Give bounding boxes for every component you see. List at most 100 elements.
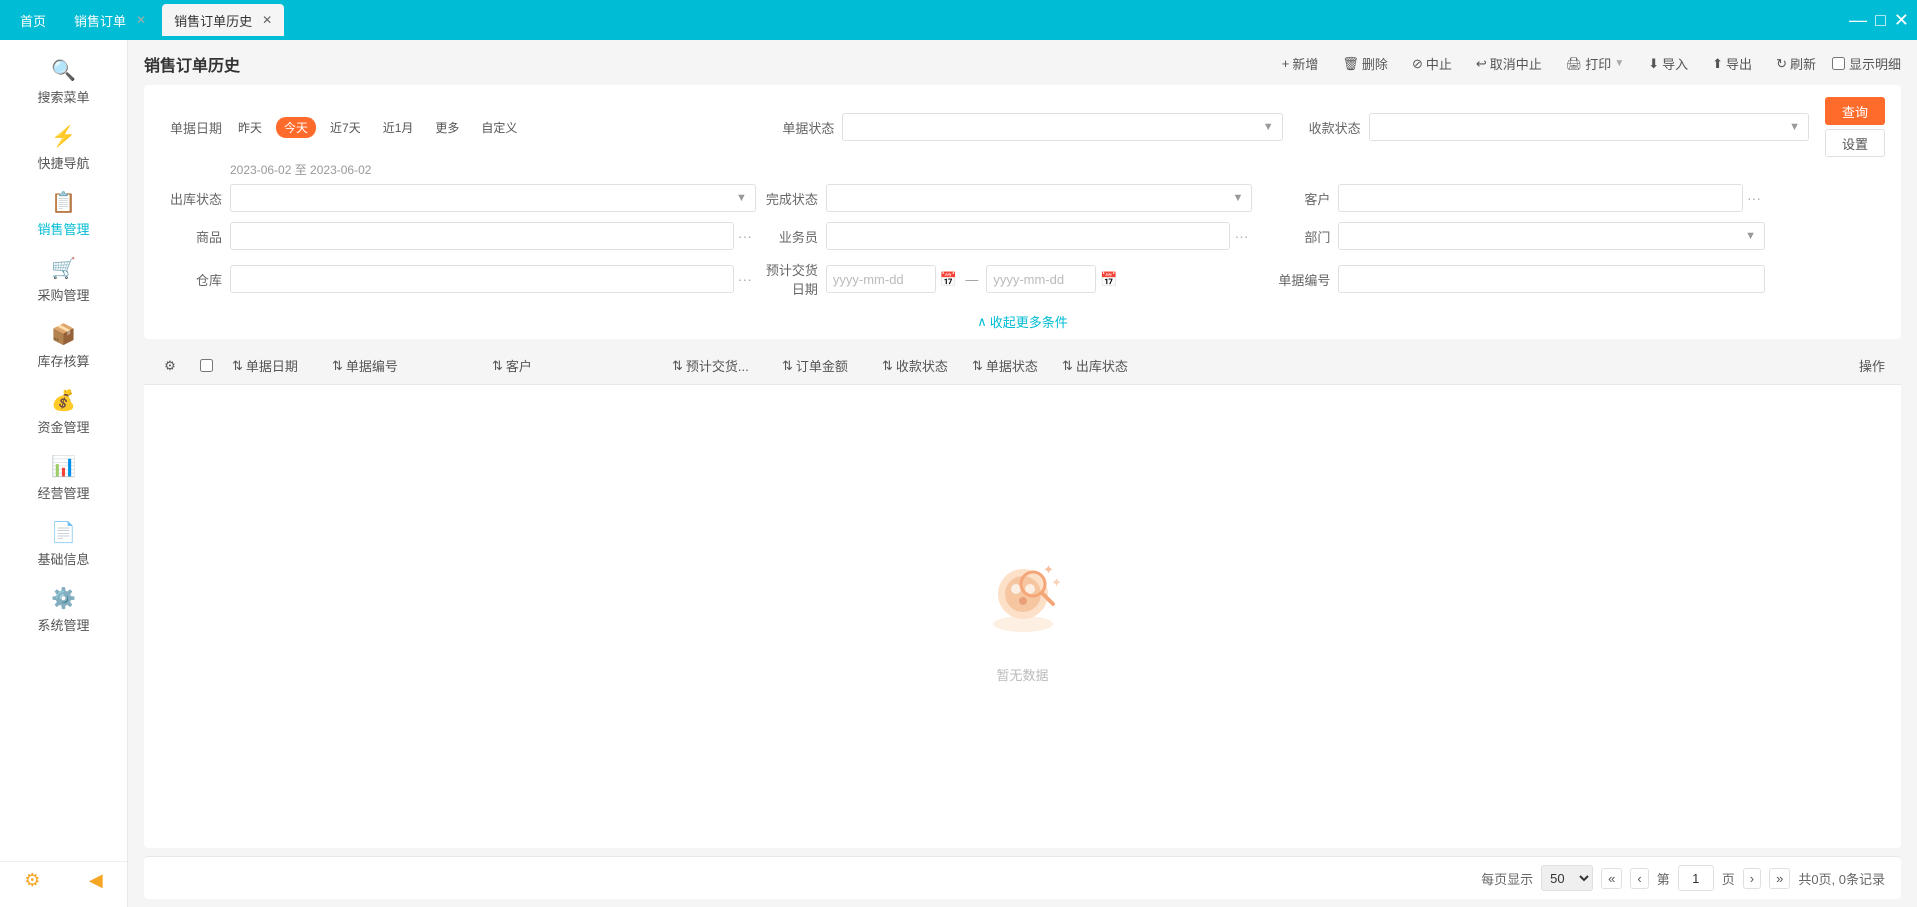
collapse-link[interactable]: ∧ 收起更多条件 (160, 308, 1885, 331)
next-page-button[interactable]: › (1743, 868, 1761, 889)
th-docno[interactable]: ⇅ 单据编号 (324, 356, 484, 375)
date-badge-1month[interactable]: 近1月 (375, 117, 422, 138)
sidebar-item-quick-nav[interactable]: ⚡ 快捷导航 (0, 114, 127, 180)
maximize-button[interactable]: □ (1875, 10, 1886, 31)
sidebar-collapse-icon[interactable]: ◀ (89, 870, 103, 891)
delivery-date-from-calendar-icon[interactable]: 📅 (940, 271, 957, 288)
sidebar-item-basic-info-label: 基础信息 (37, 549, 89, 568)
out-status-select[interactable]: ▼ (230, 184, 756, 212)
print-icon: 🖨 (1566, 56, 1583, 72)
sidebar-item-inventory[interactable]: 📦 库存核算 (0, 312, 127, 378)
salesperson-ellipsis-icon[interactable]: ··· (1230, 228, 1252, 244)
minimize-button[interactable]: — (1849, 10, 1867, 31)
select-all-checkbox[interactable] (200, 359, 213, 372)
th-date[interactable]: ⇅ 单据日期 (224, 356, 324, 375)
goods-ellipsis-icon[interactable]: ··· (734, 228, 756, 244)
filter-complete-status-col: 完成状态 ▼ (756, 184, 1253, 212)
date-field: 昨天 今天 近7天 近1月 更多 自定义 (230, 117, 772, 138)
sidebar-item-search-menu[interactable]: 🔍 搜索菜单 (0, 48, 127, 114)
filter-docno-col: 单据编号 (1252, 265, 1765, 293)
sidebar-item-basic-info[interactable]: 📄 基础信息 (0, 510, 127, 576)
docno-input[interactable] (1338, 265, 1765, 293)
print-button[interactable]: 🖨 打印 ▼ (1558, 50, 1632, 77)
pay-status-label: 收款状态 (1299, 118, 1369, 137)
goods-select[interactable] (230, 222, 734, 250)
filter-customer-col: 客户 ··· (1252, 184, 1765, 212)
date-badge-row: 昨天 今天 近7天 近1月 更多 自定义 (230, 117, 525, 138)
delete-button[interactable]: 🗑 删除 (1334, 50, 1396, 77)
per-page-select[interactable]: 50 10 20 100 (1541, 865, 1593, 891)
th-doc-status[interactable]: ⇅ 单据状态 (964, 356, 1054, 375)
dept-select[interactable]: ▼ (1338, 222, 1765, 250)
tab-sales-history[interactable]: 销售订单历史 ✕ (162, 4, 284, 36)
sidebar-item-quick-nav-label: 快捷导航 (37, 153, 89, 172)
complete-status-select[interactable]: ▼ (826, 184, 1253, 212)
sidebar-item-operations-label: 经营管理 (37, 483, 89, 502)
tab-home[interactable]: 首页 (8, 4, 58, 36)
refresh-label: 刷新 (1790, 54, 1816, 73)
finance-icon: 💰 (51, 388, 76, 413)
salesperson-select[interactable] (826, 222, 1231, 250)
delivery-date-to-calendar-icon[interactable]: 📅 (1100, 271, 1117, 288)
th-customer[interactable]: ⇅ 客户 (484, 356, 664, 375)
sidebar-settings-icon[interactable]: ⚙ (24, 870, 40, 891)
sidebar-item-sales-label: 销售管理 (37, 219, 89, 238)
page-input[interactable] (1678, 865, 1714, 891)
print-label: 打印 (1585, 54, 1611, 73)
th-delivery[interactable]: ⇅ 预计交货... (664, 356, 774, 375)
tab-sales-history-close[interactable]: ✕ (262, 13, 272, 27)
tab-sales-order-close[interactable]: ✕ (136, 13, 146, 27)
collapse-arrow-icon: ∧ (977, 314, 987, 330)
th-checkbox[interactable] (188, 359, 224, 372)
delivery-date-to-input[interactable]: yyyy-mm-dd (986, 265, 1096, 293)
last-page-button[interactable]: » (1769, 868, 1790, 889)
refresh-button[interactable]: ↻ 刷新 (1768, 50, 1824, 77)
sidebar-item-operations[interactable]: 📊 经营管理 (0, 444, 127, 510)
date-badge-today[interactable]: 今天 (276, 117, 316, 138)
import-label: 导入 (1662, 54, 1688, 73)
prev-page-button[interactable]: ‹ (1630, 868, 1648, 889)
delete-icon: 🗑 (1342, 56, 1359, 72)
complete-status-label: 完成状态 (756, 189, 826, 208)
export-button[interactable]: ⬆ 导出 (1704, 50, 1760, 77)
stop-button[interactable]: ⊘ 中止 (1404, 50, 1460, 77)
tab-sales-order[interactable]: 销售订单 ✕ (62, 4, 158, 36)
show-detail-checkbox[interactable] (1832, 57, 1845, 70)
tab-home-label: 首页 (20, 11, 46, 30)
toolbar: + 新增 🗑 删除 ⊘ 中止 ↩ 取消中止 🖨 打印 (1274, 50, 1901, 77)
th-out-status[interactable]: ⇅ 出库状态 (1054, 356, 1144, 375)
sidebar-item-system[interactable]: ⚙️ 系统管理 (0, 576, 127, 642)
pay-status-select[interactable]: ▼ (1369, 113, 1809, 141)
delivery-date-label: 预计交货日期 (756, 260, 826, 298)
date-badge-7days[interactable]: 近7天 (322, 117, 369, 138)
sidebar-item-sales[interactable]: 📋 销售管理 (0, 180, 127, 246)
filter-pay-status-col: 收款状态 ▼ (1283, 113, 1809, 141)
sidebar-item-finance[interactable]: 💰 资金管理 (0, 378, 127, 444)
new-button[interactable]: + 新增 (1274, 50, 1327, 77)
date-badge-custom[interactable]: 自定义 (473, 117, 525, 138)
sidebar-item-purchase[interactable]: 🛒 采购管理 (0, 246, 127, 312)
th-pay-status-label: 收款状态 (896, 356, 948, 375)
query-button[interactable]: 查询 (1825, 97, 1885, 125)
set-button[interactable]: 设置 (1825, 129, 1885, 157)
import-button[interactable]: ⬇ 导入 (1640, 50, 1696, 77)
th-amount[interactable]: ⇅ 订单金额 (774, 356, 874, 375)
salesperson-label: 业务员 (756, 227, 826, 246)
close-button[interactable]: ✕ (1894, 10, 1909, 31)
page-label-before: 第 (1657, 869, 1670, 888)
doc-status-select[interactable]: ▼ (842, 113, 1282, 141)
th-delivery-sort-icon: ⇅ (672, 358, 683, 374)
complete-status-arrow-icon: ▼ (1233, 192, 1244, 204)
cancel-stop-button[interactable]: ↩ 取消中止 (1468, 50, 1550, 77)
th-settings[interactable]: ⚙ (152, 358, 188, 374)
warehouse-ellipsis-icon[interactable]: ··· (734, 271, 756, 287)
first-page-button[interactable]: « (1601, 868, 1622, 889)
show-detail-checkbox-label[interactable]: 显示明细 (1832, 54, 1901, 73)
date-badge-yesterday[interactable]: 昨天 (230, 117, 270, 138)
delivery-date-from-input[interactable]: yyyy-mm-dd (826, 265, 936, 293)
th-pay-status[interactable]: ⇅ 收款状态 (874, 356, 964, 375)
customer-select[interactable] (1338, 184, 1743, 212)
date-badge-more[interactable]: 更多 (427, 117, 467, 138)
customer-ellipsis-icon[interactable]: ··· (1743, 190, 1765, 206)
warehouse-select[interactable] (230, 265, 734, 293)
